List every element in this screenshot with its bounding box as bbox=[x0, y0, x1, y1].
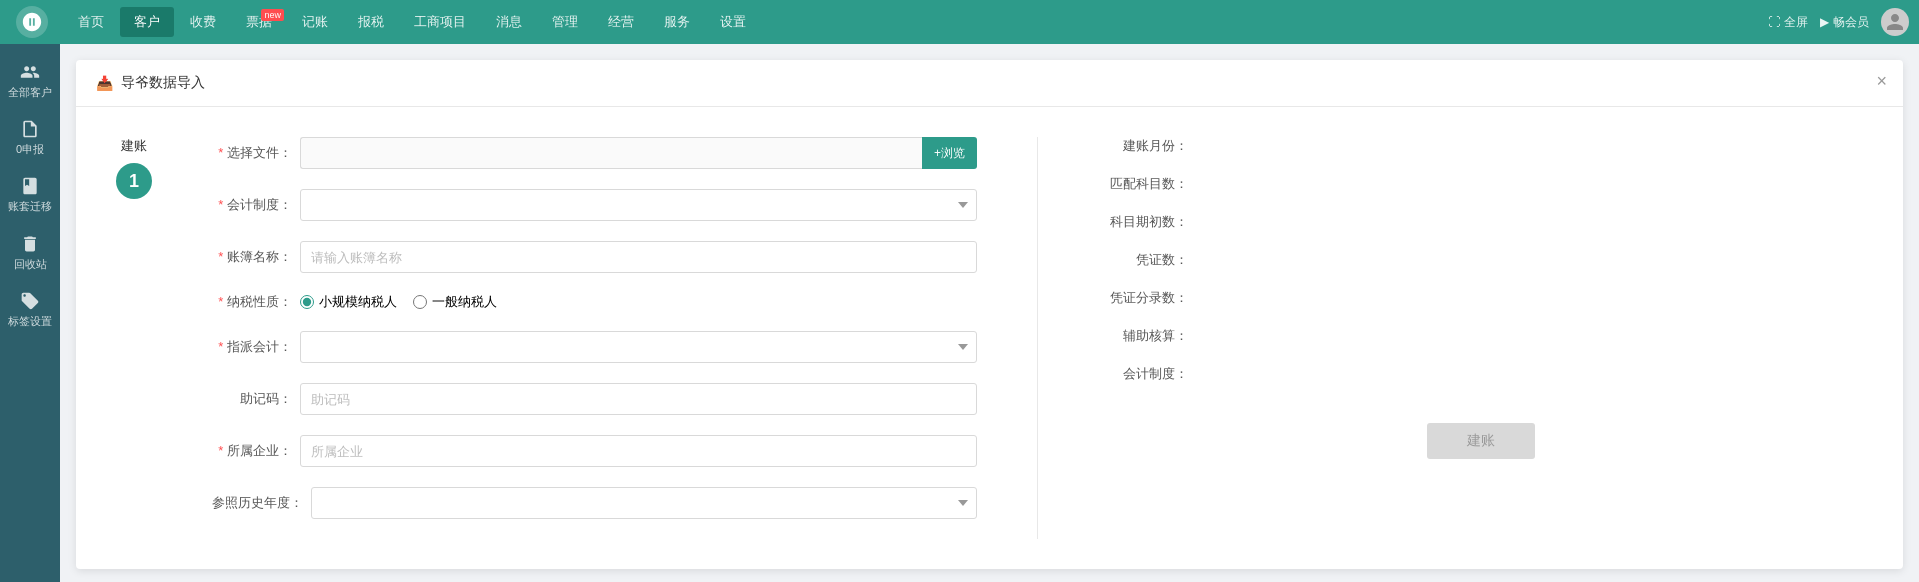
nav-item-message[interactable]: 消息 bbox=[482, 7, 536, 37]
nav-item-operation[interactable]: 经营 bbox=[594, 7, 648, 37]
import-icon: 📥 bbox=[96, 75, 113, 91]
right-row-entry: 凭证分录数： bbox=[1098, 289, 1863, 307]
accountant-select[interactable] bbox=[300, 331, 977, 363]
nav-item-home[interactable]: 首页 bbox=[64, 7, 118, 37]
nav-item-service[interactable]: 服务 bbox=[650, 7, 704, 37]
nav-item-settings[interactable]: 设置 bbox=[706, 7, 760, 37]
right-label-voucher: 凭证数： bbox=[1098, 251, 1188, 269]
right-label-initial: 科目期初数： bbox=[1098, 213, 1188, 231]
label-accounting: 会计制度： bbox=[212, 196, 292, 214]
file-icon bbox=[20, 119, 40, 139]
sidebar-item-account-migration[interactable]: 账套迁移 bbox=[2, 168, 58, 221]
right-row-aux: 辅助核算： bbox=[1098, 327, 1863, 345]
nav-item-tax[interactable]: 报税 bbox=[344, 7, 398, 37]
nav-item-business[interactable]: 工商项目 bbox=[400, 7, 480, 37]
label-year: 参照历史年度： bbox=[212, 494, 303, 512]
label-tax: 纳税性质： bbox=[212, 293, 292, 311]
radio-small-tax-input[interactable] bbox=[300, 295, 314, 309]
fullscreen-icon: ⛶ bbox=[1768, 15, 1780, 29]
sidebar: 全部客户 0申报 账套迁移 回收站 标签设置 bbox=[0, 44, 60, 582]
new-badge: new bbox=[261, 9, 284, 21]
sidebar-item-zero-declare[interactable]: 0申报 bbox=[2, 111, 58, 164]
close-button[interactable]: × bbox=[1876, 72, 1887, 90]
label-company: 所属企业： bbox=[212, 442, 292, 460]
radio-general-tax-input[interactable] bbox=[413, 295, 427, 309]
sidebar-item-all-customers[interactable]: 全部客户 bbox=[2, 54, 58, 107]
label-mnemonic: 助记码： bbox=[212, 390, 292, 408]
build-account-button[interactable]: 建账 bbox=[1427, 423, 1535, 459]
right-row-system: 会计制度： bbox=[1098, 365, 1863, 383]
dialog-card: 📥 导爷数据导入 × 建账 1 选择文件： bbox=[76, 60, 1903, 569]
tax-radio-group: 小规模纳税人 一般纳税人 bbox=[300, 293, 497, 311]
form-row-accounting: 会计制度： bbox=[212, 189, 977, 221]
book-icon bbox=[20, 176, 40, 196]
content-area: 📥 导爷数据导入 × 建账 1 选择文件： bbox=[60, 44, 1919, 582]
users-icon bbox=[20, 62, 40, 82]
sidebar-item-tag-settings[interactable]: 标签设置 bbox=[2, 283, 58, 336]
top-nav: 首页 客户 收费 票据 new 记账 报税 工商项目 消息 管理 经营 服务 设… bbox=[0, 0, 1919, 44]
form-row-file: 选择文件： +浏览 bbox=[212, 137, 977, 169]
logo-icon bbox=[21, 11, 43, 33]
separator bbox=[1037, 137, 1038, 539]
trash-icon bbox=[20, 234, 40, 254]
nav-item-fee[interactable]: 收费 bbox=[176, 7, 230, 37]
nav-items: 首页 客户 收费 票据 new 记账 报税 工商项目 消息 管理 经营 服务 设… bbox=[64, 7, 1768, 37]
step-label: 建账 bbox=[121, 137, 147, 155]
avatar[interactable] bbox=[1881, 8, 1909, 36]
radio-general-tax-label: 一般纳税人 bbox=[432, 293, 497, 311]
nav-item-invoice[interactable]: 票据 new bbox=[232, 7, 286, 37]
step-circle: 1 bbox=[116, 163, 152, 199]
form-row-year: 参照历史年度： bbox=[212, 487, 977, 519]
right-label-entry: 凭证分录数： bbox=[1098, 289, 1188, 307]
right-label-system: 会计制度： bbox=[1098, 365, 1188, 383]
build-btn-wrap: 建账 bbox=[1098, 403, 1863, 459]
right-row-initial: 科目期初数： bbox=[1098, 213, 1863, 231]
right-row-voucher: 凭证数： bbox=[1098, 251, 1863, 269]
play-icon: ▶ bbox=[1820, 15, 1829, 29]
dialog-header: 📥 导爷数据导入 bbox=[76, 60, 1903, 107]
form-row-ledger: 账簿名称： bbox=[212, 241, 977, 273]
label-file: 选择文件： bbox=[212, 144, 292, 162]
label-ledger: 账簿名称： bbox=[212, 248, 292, 266]
dialog-body: 建账 1 选择文件： +浏览 会计制度： bbox=[76, 107, 1903, 569]
year-select[interactable] bbox=[311, 487, 977, 519]
form-row-tax: 纳税性质： 小规模纳税人 一般纳税人 bbox=[212, 293, 977, 311]
company-input[interactable] bbox=[300, 435, 977, 467]
form-row-mnemonic: 助记码： bbox=[212, 383, 977, 415]
step-section: 建账 1 bbox=[116, 137, 172, 539]
radio-small-tax[interactable]: 小规模纳税人 bbox=[300, 293, 397, 311]
ledger-input[interactable] bbox=[300, 241, 977, 273]
fullscreen-button[interactable]: ⛶ 全屏 bbox=[1768, 14, 1808, 31]
file-input-wrap: +浏览 bbox=[300, 137, 977, 169]
right-label-aux: 辅助核算： bbox=[1098, 327, 1188, 345]
mnemonic-input[interactable] bbox=[300, 383, 977, 415]
form-row-company: 所属企业： bbox=[212, 435, 977, 467]
accounting-select[interactable] bbox=[300, 189, 977, 221]
nav-item-customer[interactable]: 客户 bbox=[120, 7, 174, 37]
sidebar-item-recycle[interactable]: 回收站 bbox=[2, 226, 58, 279]
label-accountant: 指派会计： bbox=[212, 338, 292, 356]
right-label-match: 匹配科目数： bbox=[1098, 175, 1188, 193]
form-left: 选择文件： +浏览 会计制度： bbox=[212, 137, 977, 539]
radio-small-tax-label: 小规模纳税人 bbox=[319, 293, 397, 311]
right-row-month: 建账月份： bbox=[1098, 137, 1863, 155]
tag-icon bbox=[20, 291, 40, 311]
main-layout: 全部客户 0申报 账套迁移 回收站 标签设置 bbox=[0, 44, 1919, 582]
nav-item-manage[interactable]: 管理 bbox=[538, 7, 592, 37]
radio-general-tax[interactable]: 一般纳税人 bbox=[413, 293, 497, 311]
dialog-title: 导爷数据导入 bbox=[121, 74, 205, 92]
member-button[interactable]: ▶ 畅会员 bbox=[1820, 14, 1869, 31]
right-label-month: 建账月份： bbox=[1098, 137, 1188, 155]
avatar-icon bbox=[1885, 12, 1905, 32]
file-text-input[interactable] bbox=[300, 137, 922, 169]
app-logo bbox=[10, 0, 54, 44]
right-row-match: 匹配科目数： bbox=[1098, 175, 1863, 193]
form-row-accountant: 指派会计： bbox=[212, 331, 977, 363]
nav-right: ⛶ 全屏 ▶ 畅会员 bbox=[1768, 8, 1909, 36]
browse-button[interactable]: +浏览 bbox=[922, 137, 977, 169]
form-right: 建账月份： 匹配科目数： 科目期初数： 凭证数： bbox=[1098, 137, 1863, 539]
nav-item-bookkeeping[interactable]: 记账 bbox=[288, 7, 342, 37]
